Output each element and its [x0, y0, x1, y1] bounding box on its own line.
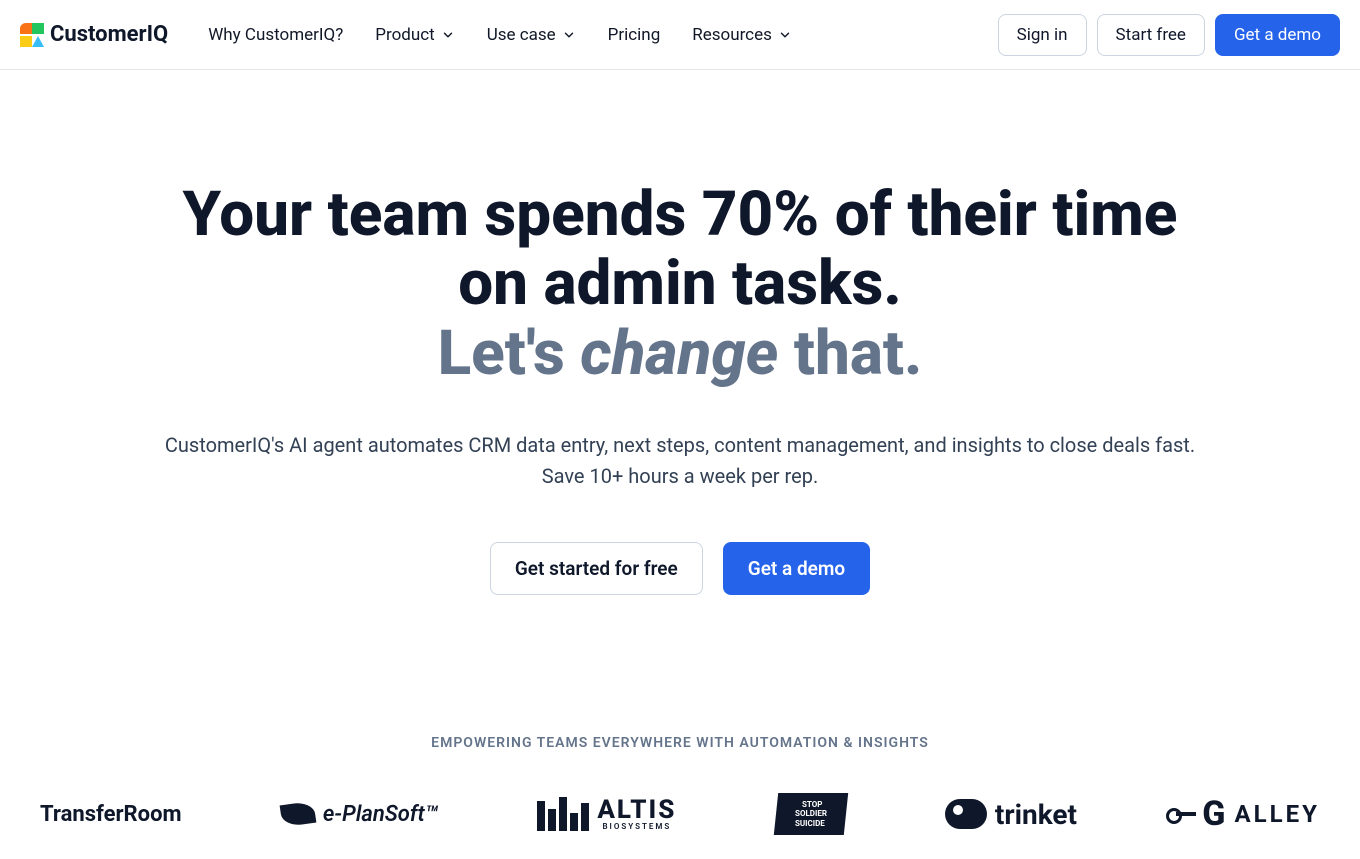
hero-cta-group: Get started for free Get a demo [0, 542, 1360, 595]
nav-label: Resources [692, 25, 772, 45]
hero-sub-prefix: Let's [438, 317, 581, 390]
bars-icon [537, 797, 589, 831]
nav-item-resources[interactable]: Resources [692, 25, 792, 45]
start-free-button[interactable]: Start free [1097, 14, 1205, 56]
hero-headline-main: Your team spends 70% of their time on ad… [183, 178, 1178, 320]
badge-icon: STOP SOLDIER SUICIDE [773, 793, 847, 835]
circle-icon [945, 799, 987, 829]
get-started-free-button[interactable]: Get started for free [490, 542, 703, 595]
partner-label: e-PlanSoft™ [323, 802, 438, 827]
nav-item-pricing[interactable]: Pricing [608, 25, 661, 45]
header-actions: Sign in Start free Get a demo [998, 14, 1340, 56]
hero-section: Your team spends 70% of their time on ad… [0, 70, 1360, 595]
partner-logos-section: EMPOWERING TEAMS EVERYWHERE WITH AUTOMAT… [0, 735, 1360, 835]
nav-label: Why CustomerIQ? [208, 25, 343, 45]
partner-logo-altis: ALTIS BIOSYSTEMS [537, 797, 676, 831]
chevron-down-icon [778, 28, 792, 42]
nav-label: Use case [487, 25, 556, 45]
brand-name: CustomerIQ [50, 22, 168, 47]
logos-row: TransferRoom e-PlanSoft™ ALTIS BIOSYSTEM… [0, 793, 1360, 835]
sign-in-button[interactable]: Sign in [998, 14, 1087, 56]
hero-headline: Your team spends 70% of their time on ad… [180, 180, 1180, 388]
partner-label: trinket [995, 798, 1077, 831]
partner-label: ALLEY [1234, 800, 1319, 828]
chevron-down-icon [562, 28, 576, 42]
partner-label: ALTIS BIOSYSTEMS [597, 797, 676, 831]
brand-logo[interactable]: CustomerIQ [20, 22, 168, 47]
partner-logo-galley: G ALLEY [1176, 797, 1320, 831]
hero-description: CustomerIQ's AI agent automates CRM data… [0, 430, 1360, 492]
nav-label: Pricing [608, 25, 661, 45]
leaf-icon [279, 801, 316, 828]
brand-mark-icon [20, 23, 44, 47]
nav-item-why[interactable]: Why CustomerIQ? [208, 25, 343, 45]
hero-sub-emphasis: change [580, 317, 778, 390]
hero-headline-sub: Let's change that. [438, 317, 923, 390]
partner-logo-eplansoft: e-PlanSoft™ [281, 802, 438, 827]
partner-logo-trinket: trinket [945, 798, 1077, 831]
get-demo-button[interactable]: Get a demo [1215, 14, 1340, 56]
nav-label: Product [375, 25, 434, 45]
hero-sub-suffix: that. [778, 317, 922, 390]
partner-logo-stopsoldier: STOP SOLDIER SUICIDE [776, 793, 846, 835]
key-icon [1176, 812, 1196, 816]
header-left: CustomerIQ Why CustomerIQ? Product Use c… [20, 22, 792, 47]
partner-logo-transferroom: TransferRoom [40, 802, 182, 827]
logos-caption: EMPOWERING TEAMS EVERYWHERE WITH AUTOMAT… [0, 735, 1360, 751]
letter-g-icon: G [1202, 797, 1228, 831]
hero-desc-line1: CustomerIQ's AI agent automates CRM data… [0, 430, 1360, 461]
hero-desc-line2: Save 10+ hours a week per rep. [0, 461, 1360, 492]
chevron-down-icon [441, 28, 455, 42]
partner-label: TransferRoom [40, 802, 182, 827]
nav-item-product[interactable]: Product [375, 25, 454, 45]
primary-nav: Why CustomerIQ? Product Use case Pricing… [208, 25, 792, 45]
site-header: CustomerIQ Why CustomerIQ? Product Use c… [0, 0, 1360, 70]
get-demo-button-hero[interactable]: Get a demo [723, 542, 870, 595]
nav-item-usecase[interactable]: Use case [487, 25, 576, 45]
